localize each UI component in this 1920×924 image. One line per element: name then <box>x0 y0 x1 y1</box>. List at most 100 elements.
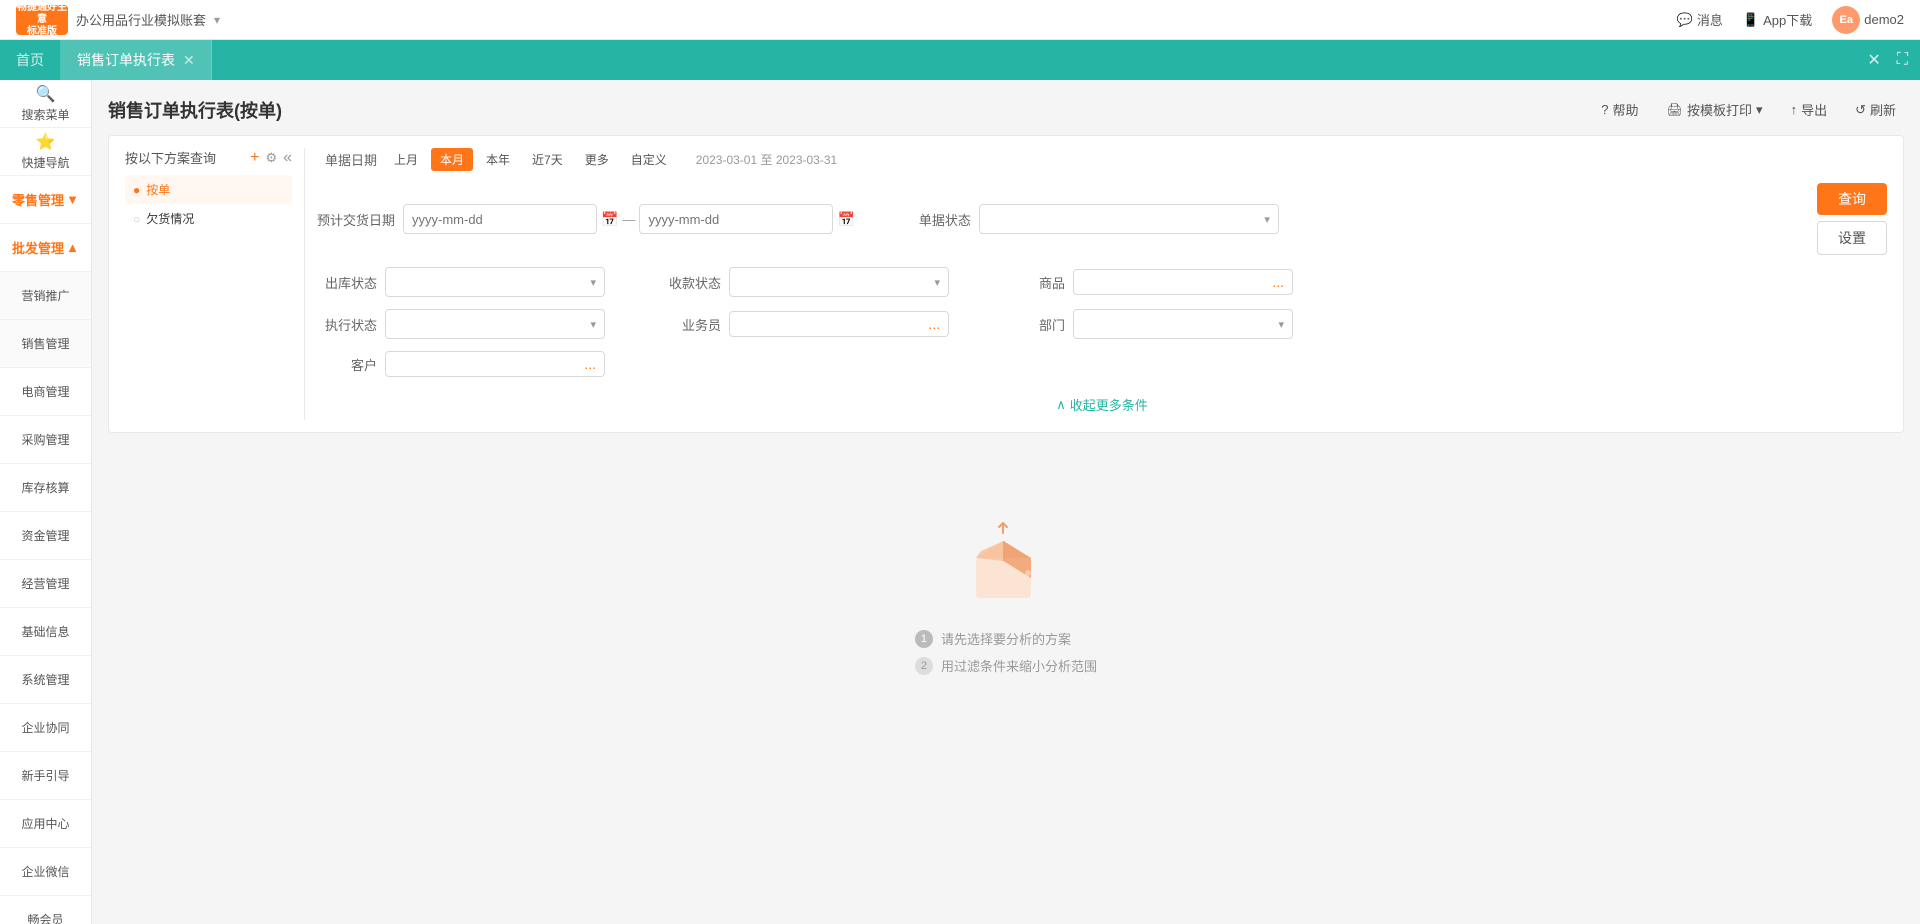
outbound-field: 出库状态 ▾ <box>317 267 605 297</box>
filter-settings-icon[interactable]: ⚙ <box>265 150 277 166</box>
app-dropdown[interactable]: ▾ <box>214 13 220 27</box>
status-field: 单据状态 ▾ <box>911 204 1279 234</box>
dept-select[interactable]: ▾ <box>1073 309 1293 339</box>
execution-label: 执行状态 <box>317 315 377 334</box>
filter-dot-empty: ○ <box>133 212 140 226</box>
message-icon: 💬 <box>1677 12 1693 28</box>
filter-row-4: 客户 ... <box>317 351 1887 377</box>
receipt-field: 收款状态 ▾ <box>661 267 949 297</box>
quick-date-custom[interactable]: 自定义 <box>622 148 676 171</box>
sidebar-item-marketing[interactable]: 营销推广 <box>0 272 91 320</box>
help-icon: ? <box>1601 102 1608 117</box>
app-logo[interactable]: 畅捷通好生意 标准版 <box>16 5 68 35</box>
date-end-input[interactable] <box>639 204 833 234</box>
filter-collapse-icon[interactable]: « <box>283 149 292 167</box>
content-area: 销售订单执行表(按单) ? 帮助 🖨 按模板打印 ▾ ↑ 导出 ↺ 刷新 <box>92 80 1920 924</box>
tab-home[interactable]: 首页 <box>0 40 61 80</box>
date-start-input[interactable] <box>403 204 597 234</box>
filter-sidebar-title: 按以下方案查询 + ⚙ « <box>125 148 292 167</box>
tab-sales-order[interactable]: 销售订单执行表 ✕ <box>61 40 212 80</box>
date-field: 单据日期 上月 本月 本年 近7天 更多 自定义 <box>317 148 676 171</box>
top-bar-right: 💬 消息 📱 App下载 Ea demo2 <box>1677 6 1904 34</box>
export-icon: ↑ <box>1791 102 1798 117</box>
quick-date-7days[interactable]: 近7天 <box>523 148 572 171</box>
calendar-start-icon[interactable]: 📅 <box>601 211 618 228</box>
receipt-select[interactable]: ▾ <box>729 267 949 297</box>
tab-fullscreen-icon[interactable]: ⛶ <box>1893 47 1912 73</box>
sidebar-item-enterprise[interactable]: 企业协同 <box>0 704 91 752</box>
quick-dates: 上月 本月 本年 近7天 更多 自定义 <box>385 148 676 171</box>
query-button[interactable]: 查询 <box>1817 183 1887 215</box>
expected-date-label: 预计交货日期 <box>317 210 395 229</box>
sidebar-item-sales[interactable]: 销售管理 <box>0 320 91 368</box>
status-select[interactable]: ▾ <box>979 204 1279 234</box>
date-range-picker: 📅 — 📅 <box>403 204 855 234</box>
sidebar-item-newbie[interactable]: 新手引导 <box>0 752 91 800</box>
quick-date-this-month[interactable]: 本月 <box>431 148 473 171</box>
goods-field: 商品 ... <box>1005 269 1293 295</box>
quick-date-more[interactable]: 更多 <box>576 148 618 171</box>
empty-state: 1 请先选择要分析的方案 2 用过滤条件来缩小分析范围 <box>108 433 1904 755</box>
avatar: Ea <box>1832 6 1860 34</box>
outbound-chevron-icon: ▾ <box>590 276 596 289</box>
tab-bar-right: ✕ ⛶ <box>1863 46 1920 74</box>
receipt-label: 收款状态 <box>661 273 721 292</box>
sidebar-item-member[interactable]: 畅会员 <box>0 896 91 924</box>
app-download-button[interactable]: 📱 App下载 <box>1743 10 1812 29</box>
refresh-button[interactable]: ↺ 刷新 <box>1847 96 1904 123</box>
setting-button[interactable]: 设置 <box>1817 221 1887 255</box>
collapse-button[interactable]: ∧ 收起更多条件 <box>317 389 1887 420</box>
export-button[interactable]: ↑ 导出 <box>1783 96 1836 123</box>
user-profile[interactable]: Ea demo2 <box>1832 6 1904 34</box>
sidebar-item-basic[interactable]: 基础信息 <box>0 608 91 656</box>
date-range-display: 2023-03-01 至 2023-03-31 <box>696 151 837 168</box>
filter-add-icon[interactable]: + <box>250 149 259 167</box>
help-button[interactable]: ? 帮助 <box>1593 96 1646 123</box>
sidebar-item-finance[interactable]: 资金管理 <box>0 512 91 560</box>
tab-close-icon[interactable]: ✕ <box>183 52 195 69</box>
star-icon: ⭐ <box>36 132 56 152</box>
empty-tip-1: 1 请先选择要分析的方案 <box>915 629 1097 648</box>
sidebar-item-operations[interactable]: 经营管理 <box>0 560 91 608</box>
salesman-field: 业务员 ... <box>661 311 949 337</box>
quick-date-this-year[interactable]: 本年 <box>477 148 519 171</box>
filter-dot-filled: ● <box>133 183 140 197</box>
refresh-icon: ↺ <box>1855 102 1866 118</box>
execution-select[interactable]: ▾ <box>385 309 605 339</box>
sidebar-item-retail[interactable]: 零售管理 ▼ <box>0 176 91 224</box>
empty-illustration <box>956 513 1056 613</box>
dept-chevron-icon: ▾ <box>1278 318 1284 331</box>
search-icon: 🔍 <box>36 84 56 104</box>
status-label: 单据状态 <box>911 210 971 229</box>
filters-area: 单据日期 上月 本月 本年 近7天 更多 自定义 2023-03-01 至 20… <box>317 148 1887 420</box>
top-bar-left: 畅捷通好生意 标准版 办公用品行业模拟账套 ▾ <box>16 5 220 35</box>
sidebar-item-quicknav[interactable]: ⭐ 快捷导航 <box>0 128 91 176</box>
goods-label: 商品 <box>1005 273 1065 292</box>
sidebar-item-inventory[interactable]: 库存核算 <box>0 464 91 512</box>
customer-more-icon[interactable]: ... <box>584 356 596 372</box>
sidebar-item-appcenter[interactable]: 应用中心 <box>0 800 91 848</box>
tip-num-2: 2 <box>915 657 933 675</box>
sidebar-item-ecommerce[interactable]: 电商管理 <box>0 368 91 416</box>
print-button[interactable]: 🖨 按模板打印 ▾ <box>1659 96 1771 123</box>
page-title: 销售订单执行表(按单) <box>108 97 282 123</box>
sidebar-item-corpwechat[interactable]: 企业微信 <box>0 848 91 896</box>
outbound-select[interactable]: ▾ <box>385 267 605 297</box>
goods-more-icon[interactable]: ... <box>1272 274 1284 290</box>
tab-close-all-icon[interactable]: ✕ <box>1863 46 1884 74</box>
execution-field: 执行状态 ▾ <box>317 309 605 339</box>
filter-item-backorder[interactable]: ○ 欠货情况 <box>125 204 292 233</box>
quick-date-last-month[interactable]: 上月 <box>385 148 427 171</box>
message-button[interactable]: 💬 消息 <box>1677 10 1723 29</box>
customer-label: 客户 <box>317 355 377 374</box>
filter-item-by-order[interactable]: ● 按单 <box>125 175 292 204</box>
print-icon: 🖨 <box>1667 102 1684 118</box>
sidebar-item-purchase[interactable]: 采购管理 <box>0 416 91 464</box>
salesman-more-icon[interactable]: ... <box>928 316 940 332</box>
sidebar-item-wholesale[interactable]: 批发管理 ▲ <box>0 224 91 272</box>
print-dropdown-icon[interactable]: ▾ <box>1756 102 1763 118</box>
sidebar-item-system[interactable]: 系统管理 <box>0 656 91 704</box>
sidebar-item-search[interactable]: 🔍 搜索菜单 <box>0 80 91 128</box>
calendar-end-icon[interactable]: 📅 <box>837 211 854 228</box>
filter-row-2: 出库状态 ▾ 收款状态 ▾ 商品 <box>317 267 1887 297</box>
